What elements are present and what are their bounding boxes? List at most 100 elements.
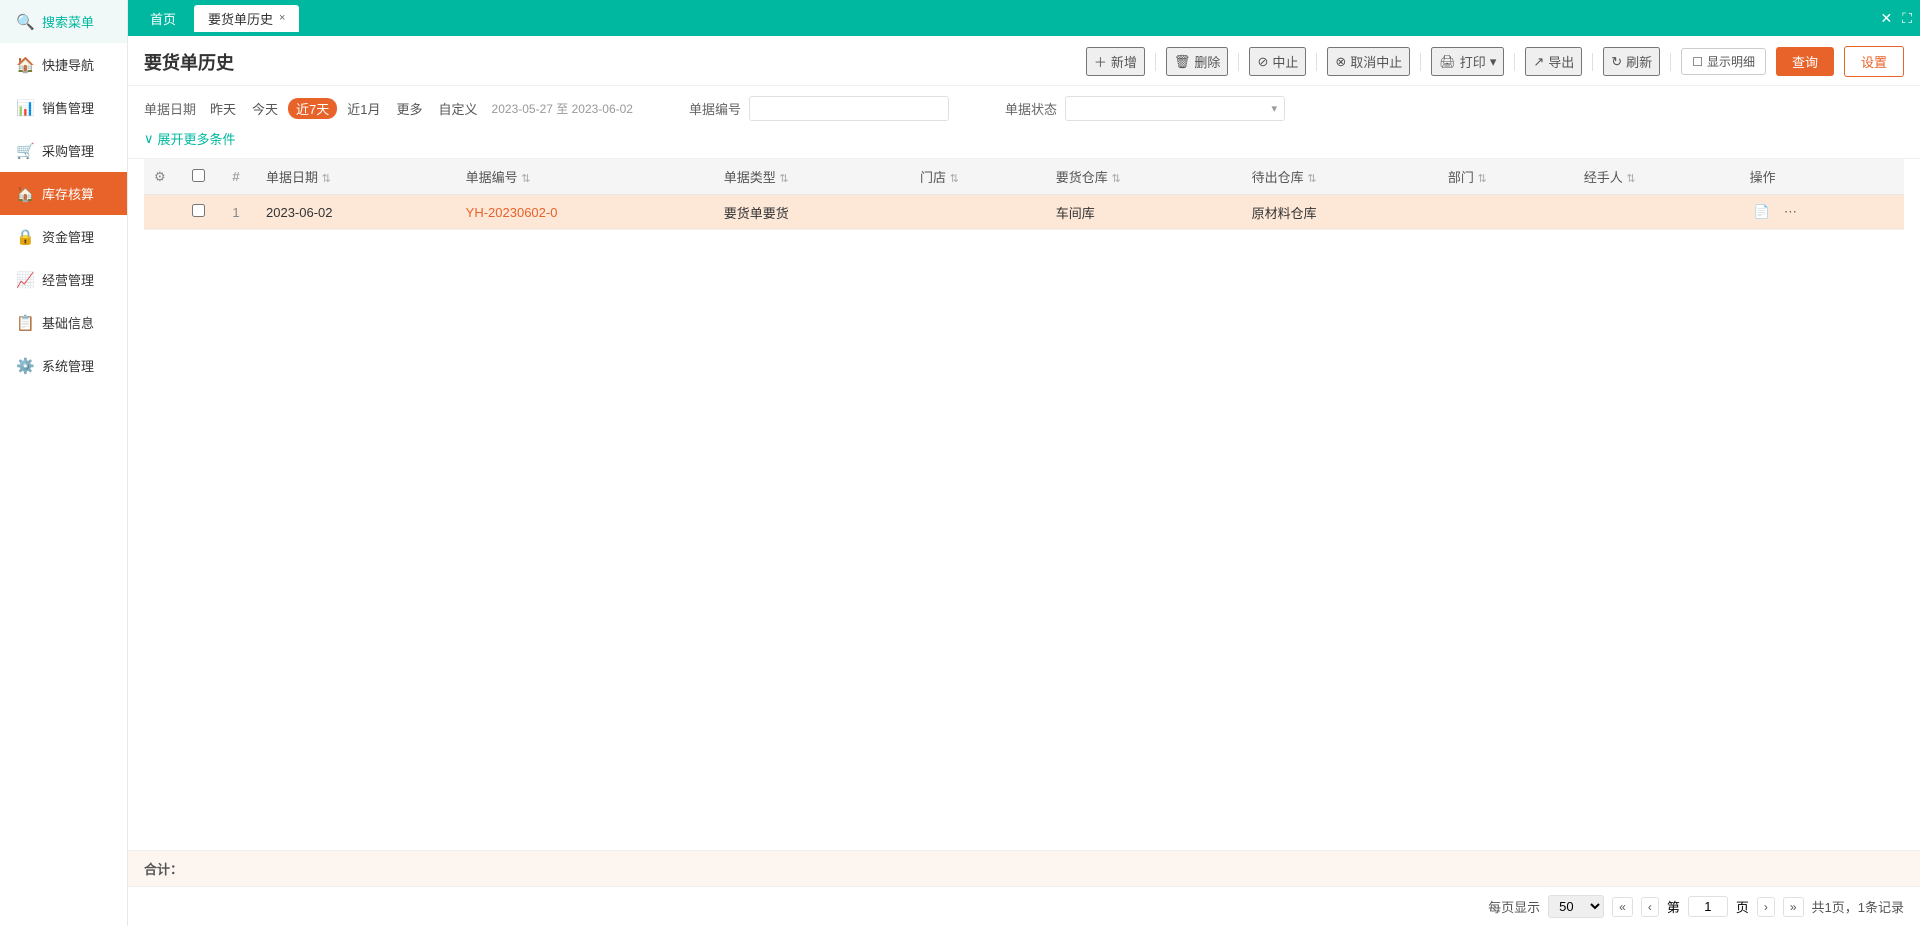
page-header: 要货单历史 ＋ 新增 🗑 删除 ⊘ 中止 ⊗ xyxy=(128,36,1920,86)
print-label: 打印 xyxy=(1460,52,1486,71)
plus-icon: ＋ xyxy=(1094,52,1107,71)
row-req-warehouse: 车间库 xyxy=(1046,195,1242,230)
row-edit-icon[interactable]: 📄 xyxy=(1750,202,1774,222)
col-checkbox xyxy=(180,159,216,195)
col-settings[interactable]: ⚙ xyxy=(144,159,180,195)
table-footer: 合计： xyxy=(128,850,1920,886)
finance-icon: 🔒 xyxy=(16,228,34,246)
col-req-warehouse[interactable]: 要货仓库 xyxy=(1046,159,1242,195)
settings-button[interactable]: 设置 xyxy=(1844,46,1904,77)
cancel-stop-button[interactable]: ⊗ 取消中止 xyxy=(1327,47,1410,76)
sidebar-item-operations-mgmt[interactable]: 📈 经营管理 xyxy=(0,258,127,301)
next-page-button[interactable]: › xyxy=(1757,897,1775,917)
tab-bar-right: ✕ ⛶ xyxy=(1880,10,1912,27)
col-doc-no[interactable]: 单据编号 xyxy=(456,159,714,195)
divider-4 xyxy=(1420,53,1421,71)
col-pending-warehouse[interactable]: 待出仓库 xyxy=(1242,159,1438,195)
sidebar-item-inventory[interactable]: 🏠 库存核算 xyxy=(0,172,127,215)
sidebar-item-finance-mgmt[interactable]: 🔒 资金管理 xyxy=(0,215,127,258)
col-department-label: 部门 xyxy=(1448,170,1474,185)
col-pending-warehouse-label: 待出仓库 xyxy=(1252,170,1304,185)
pagination: 每页显示 50 10 20 100 « ‹ 第 页 › » 共1页，1条记录 xyxy=(128,886,1920,926)
row-doc-date: 2023-06-02 xyxy=(256,195,456,230)
col-doc-type-label: 单据类型 xyxy=(724,170,776,185)
refresh-icon: ↻ xyxy=(1611,54,1622,70)
col-doc-date[interactable]: 单据日期 xyxy=(256,159,456,195)
doc-status-select[interactable] xyxy=(1065,96,1285,121)
row-checkbox[interactable] xyxy=(192,204,205,217)
sidebar-item-quick-nav[interactable]: 🏠 快捷导航 xyxy=(0,43,127,86)
new-button[interactable]: ＋ 新增 xyxy=(1086,47,1145,76)
col-doc-no-label: 单据编号 xyxy=(466,170,518,185)
page-label-after: 页 xyxy=(1736,897,1749,916)
shortcut-today[interactable]: 今天 xyxy=(246,98,284,119)
select-all-checkbox[interactable] xyxy=(192,169,205,182)
fullscreen-icon[interactable]: ⛶ xyxy=(1902,10,1912,27)
tab-home-label: 首页 xyxy=(150,9,176,28)
shortcut-more[interactable]: 更多 xyxy=(391,98,429,119)
expand-more-label: 展开更多条件 xyxy=(158,129,236,148)
show-detail-label: 显示明细 xyxy=(1707,53,1755,70)
shortcut-yesterday[interactable]: 昨天 xyxy=(204,98,242,119)
export-label: 导出 xyxy=(1548,52,1574,71)
row-more-icon[interactable]: ⋯ xyxy=(1780,202,1801,222)
sidebar-item-label: 采购管理 xyxy=(42,141,94,160)
tab-close-icon[interactable]: × xyxy=(279,12,285,24)
table-row: 1 2023-06-02 YH-20230602-0 要货单要货 车间库 原材料… xyxy=(144,195,1904,230)
sidebar-item-system-mgmt[interactable]: ⚙️ 系统管理 xyxy=(0,344,127,387)
shortcut-custom[interactable]: 自定义 xyxy=(433,98,484,119)
page-title: 要货单历史 xyxy=(144,49,234,75)
col-store[interactable]: 门店 xyxy=(910,159,1046,195)
stop-button[interactable]: ⊘ 中止 xyxy=(1249,47,1306,76)
shortcut-last-month[interactable]: 近1月 xyxy=(341,98,386,119)
export-button[interactable]: ↗ 导出 xyxy=(1525,47,1582,76)
refresh-button[interactable]: ↻ 刷新 xyxy=(1603,47,1660,76)
col-handler[interactable]: 经手人 xyxy=(1574,159,1740,195)
row-num: 1 xyxy=(216,195,256,230)
sidebar-item-label: 经营管理 xyxy=(42,270,94,289)
query-button[interactable]: 查询 xyxy=(1776,47,1834,76)
main-area: 首页 要货单历史 × ✕ ⛶ 要货单历史 ＋ 新增 🗑 删除 xyxy=(128,0,1920,926)
sidebar-item-sales-mgmt[interactable]: 📊 销售管理 xyxy=(0,86,127,129)
col-store-label: 门店 xyxy=(920,170,946,185)
sidebar-item-purchase-mgmt[interactable]: 🛒 采购管理 xyxy=(0,129,127,172)
page-label-before: 第 xyxy=(1667,897,1680,916)
divider-3 xyxy=(1316,53,1317,71)
row-doc-no[interactable]: YH-20230602-0 xyxy=(456,195,714,230)
sidebar-item-label: 销售管理 xyxy=(42,98,94,117)
filter-row-1: 单据日期 昨天 今天 近7天 近1月 更多 自定义 2023-05-27 至 2… xyxy=(144,96,1904,121)
table-wrapper: ⚙ # 单据日期 单据编号 单据类型 xyxy=(128,159,1920,850)
row-checkbox-cell[interactable] xyxy=(180,195,216,230)
col-req-warehouse-label: 要货仓库 xyxy=(1056,170,1108,185)
print-button[interactable]: 🖨 打印 ▾ xyxy=(1431,47,1504,76)
show-detail-button[interactable]: ☐ 显示明细 xyxy=(1681,48,1766,75)
divider-5 xyxy=(1514,53,1515,71)
doc-no-label: 单据编号 xyxy=(689,99,741,118)
page-size-select[interactable]: 50 10 20 100 xyxy=(1548,895,1604,918)
cancel-stop-icon: ⊗ xyxy=(1335,54,1346,70)
doc-no-input[interactable] xyxy=(749,96,949,121)
col-doc-type[interactable]: 单据类型 xyxy=(714,159,910,195)
page-number-input[interactable] xyxy=(1688,896,1728,917)
close-window-icon[interactable]: ✕ xyxy=(1880,10,1892,27)
filter-row-expand: ∨ 展开更多条件 xyxy=(144,129,1904,148)
row-actions: 📄 ⋯ xyxy=(1740,195,1904,230)
prev-page-button[interactable]: ‹ xyxy=(1641,897,1659,917)
shortcut-last7[interactable]: 近7天 xyxy=(288,98,337,119)
sidebar-item-basic-info[interactable]: 📋 基础信息 xyxy=(0,301,127,344)
header-actions: ＋ 新增 🗑 删除 ⊘ 中止 ⊗ 取消中止 xyxy=(1086,46,1904,77)
sidebar-item-search-menu[interactable]: 🔍 搜索菜单 xyxy=(0,0,127,43)
tab-home[interactable]: 首页 xyxy=(136,5,190,32)
divider-7 xyxy=(1670,53,1671,71)
col-department[interactable]: 部门 xyxy=(1438,159,1574,195)
expand-more-button[interactable]: ∨ 展开更多条件 xyxy=(144,129,236,148)
delete-button[interactable]: 🗑 删除 xyxy=(1166,47,1229,76)
first-page-button[interactable]: « xyxy=(1612,897,1633,917)
sidebar-item-label: 快捷导航 xyxy=(42,55,94,74)
last-page-button[interactable]: » xyxy=(1783,897,1804,917)
purchase-icon: 🛒 xyxy=(16,142,34,160)
sidebar: 🔍 搜索菜单 🏠 快捷导航 📊 销售管理 🛒 采购管理 🏠 库存核算 🔒 资金管… xyxy=(0,0,128,926)
divider-1 xyxy=(1155,53,1156,71)
tab-current[interactable]: 要货单历史 × xyxy=(194,5,299,32)
date-shortcuts: 昨天 今天 近7天 近1月 更多 自定义 xyxy=(204,98,484,119)
